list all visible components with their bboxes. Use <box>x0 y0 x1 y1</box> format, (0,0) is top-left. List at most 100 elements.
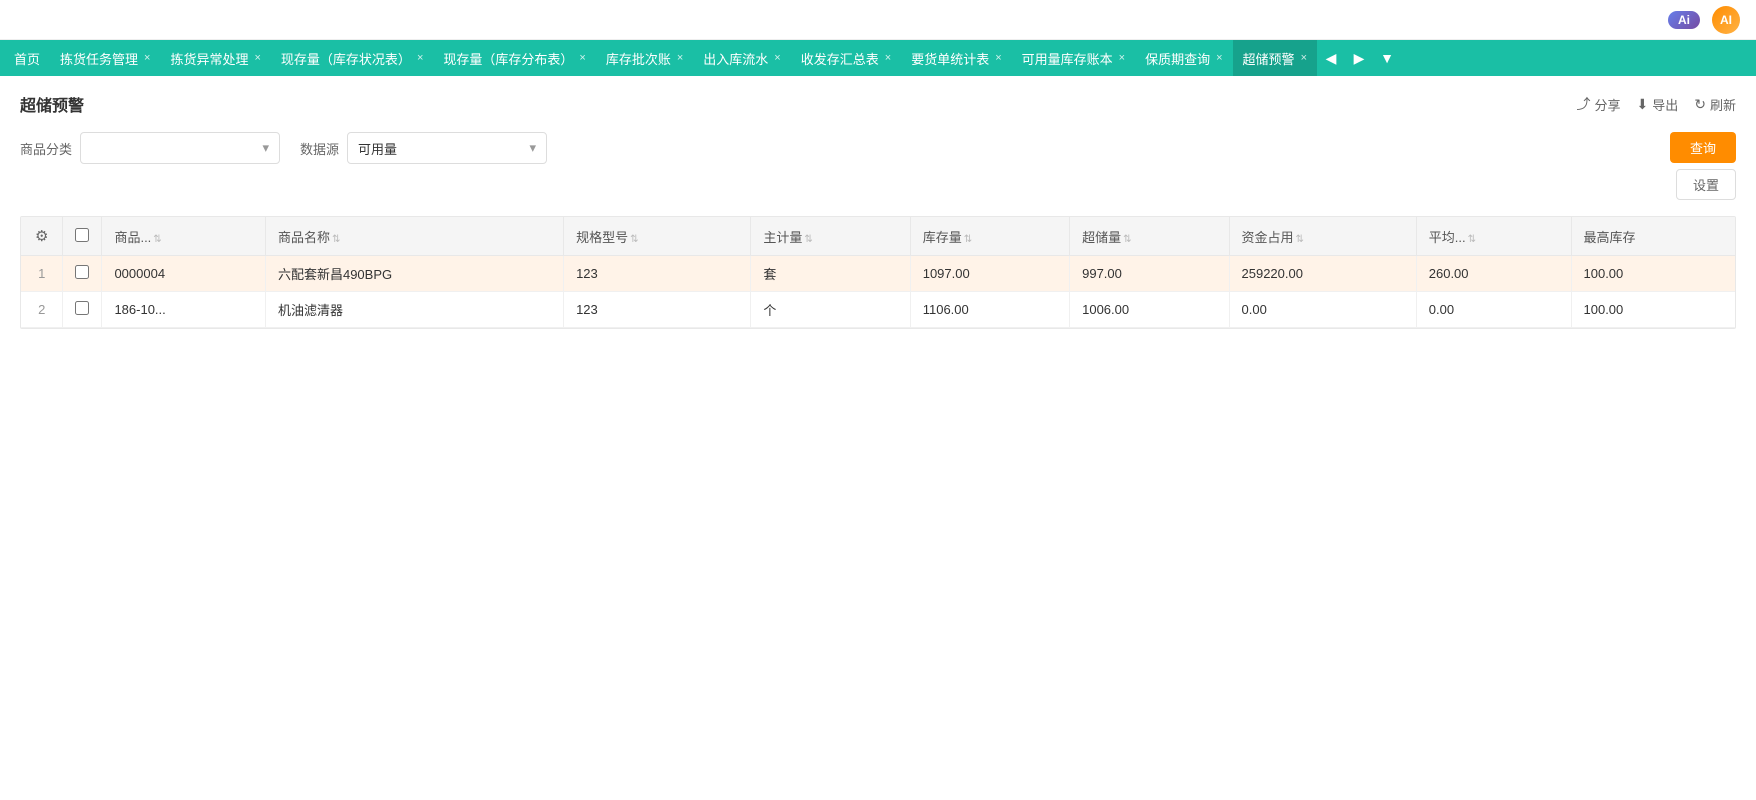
max-stock-cell: 100.00 <box>1571 256 1735 292</box>
nav-item-stock-dist[interactable]: 现存量（库存分布表） × <box>433 40 595 76</box>
row-checkbox[interactable] <box>75 301 89 315</box>
nav-item-batch[interactable]: 库存批次账 × <box>596 40 693 76</box>
nav-stock-dist-label: 现存量（库存分布表） <box>443 49 573 68</box>
capital-cell: 259220.00 <box>1229 256 1416 292</box>
nav-item-stock-status[interactable]: 现存量（库存状况表） × <box>271 40 433 76</box>
max-stock-header[interactable]: 最高库存 <box>1571 217 1735 256</box>
nav-batch-label: 库存批次账 <box>606 49 671 68</box>
row-checkbox[interactable] <box>75 265 89 279</box>
nav-overflow-label: 超储预警 <box>1243 49 1295 68</box>
sort-icon: ⇅ <box>1123 234 1131 245</box>
nav-item-inout[interactable]: 出入库流水 × <box>693 40 790 76</box>
product-code-header[interactable]: 商品...⇅ <box>102 217 266 256</box>
export-button[interactable]: ⬇ 导出 <box>1637 95 1679 114</box>
nav-item-order-stats[interactable]: 要货单统计表 × <box>901 40 1011 76</box>
avg-header[interactable]: 平均...⇅ <box>1416 217 1571 256</box>
data-source-filter: 数据源 可用量 ▾ <box>300 132 547 164</box>
nav-prev-arrow[interactable]: ◀ <box>1317 40 1345 76</box>
nav-item-home[interactable]: 首页 <box>4 40 50 76</box>
product-code-cell: 186-10... <box>102 292 266 328</box>
nav-item-expiry[interactable]: 保质期查询 × <box>1135 40 1232 76</box>
query-button[interactable]: 查询 <box>1670 132 1736 163</box>
close-icon[interactable]: × <box>885 52 891 64</box>
product-name-header[interactable]: 商品名称⇅ <box>265 217 563 256</box>
user-area[interactable]: AI <box>1712 6 1740 34</box>
data-source-value: 可用量 <box>358 139 397 158</box>
export-icon: ⬇ <box>1637 96 1649 113</box>
nav-next-arrow[interactable]: ▶ <box>1345 40 1373 76</box>
table-row: 2 186-10... 机油滤清器 123 个 1106.00 1006.00 … <box>21 292 1735 328</box>
nav-item-summary[interactable]: 收发存汇总表 × <box>791 40 901 76</box>
capital-cell: 0.00 <box>1229 292 1416 328</box>
stock-header[interactable]: 库存量⇅ <box>910 217 1069 256</box>
gear-column-header: ⚙ <box>21 217 63 256</box>
close-icon[interactable]: × <box>995 52 1001 64</box>
close-icon[interactable]: × <box>579 52 585 64</box>
close-icon[interactable]: × <box>774 52 780 64</box>
close-icon[interactable]: × <box>1301 52 1307 64</box>
product-category-filter: 商品分类 ▾ <box>20 132 280 164</box>
row-number: 2 <box>21 292 63 328</box>
share-button[interactable]: ⤴ 分享 <box>1576 94 1620 114</box>
nav-task-label: 拣货任务管理 <box>60 49 138 68</box>
product-name-cell: 六配套新昌490BPG <box>265 256 563 292</box>
ai-label: Ai <box>1678 13 1690 27</box>
unit-header[interactable]: 主计量⇅ <box>751 217 910 256</box>
nav-available-label: 可用量库存账本 <box>1022 49 1113 68</box>
user-avatar: AI <box>1712 6 1740 34</box>
page-container: 超储预警 ⤴ 分享 ⬇ 导出 ↻ 刷新 商品分类 ▾ 数据源 <box>0 76 1756 345</box>
close-icon[interactable]: × <box>417 52 423 64</box>
stock-cell: 1106.00 <box>910 292 1069 328</box>
nav-item-exception[interactable]: 拣货异常处理 × <box>160 40 270 76</box>
sort-icon: ⇅ <box>964 234 972 245</box>
data-source-select[interactable]: 可用量 ▾ <box>347 132 547 164</box>
product-name-cell: 机油滤清器 <box>265 292 563 328</box>
refresh-label: 刷新 <box>1710 95 1736 114</box>
select-all-checkbox[interactable] <box>75 228 89 242</box>
capital-header[interactable]: 资金占用⇅ <box>1229 217 1416 256</box>
nav-more-arrow[interactable]: ▼ <box>1373 40 1401 76</box>
page-header: 超储预警 ⤴ 分享 ⬇ 导出 ↻ 刷新 <box>20 92 1736 116</box>
table-row: 1 0000004 六配套新昌490BPG 123 套 1097.00 997.… <box>21 256 1735 292</box>
nav-summary-label: 收发存汇总表 <box>801 49 879 68</box>
table-header-row: ⚙ 商品...⇅ 商品名称⇅ 规格型号⇅ 主计量⇅ <box>21 217 1735 256</box>
close-icon[interactable]: × <box>1216 52 1222 64</box>
sort-icon: ⇅ <box>804 234 812 245</box>
sort-icon: ⇅ <box>153 234 161 245</box>
share-icon: ⤴ <box>1576 94 1590 114</box>
max-stock-cell: 100.00 <box>1571 292 1735 328</box>
overflow-header[interactable]: 超储量⇅ <box>1070 217 1229 256</box>
sort-icon: ⇅ <box>1296 234 1304 245</box>
ai-button[interactable]: Ai <box>1668 11 1700 29</box>
unit-cell: 套 <box>751 256 910 292</box>
sort-icon: ⇅ <box>630 234 638 245</box>
close-icon[interactable]: × <box>144 52 150 64</box>
nav-item-task[interactable]: 拣货任务管理 × <box>50 40 160 76</box>
nav-expiry-label: 保质期查询 <box>1145 49 1210 68</box>
chevron-down-icon: ▾ <box>262 140 269 156</box>
spec-cell: 123 <box>564 292 751 328</box>
product-category-select[interactable]: ▾ <box>80 132 280 164</box>
row-number: 1 <box>21 256 63 292</box>
close-icon[interactable]: × <box>254 52 260 64</box>
spec-cell: 123 <box>564 256 751 292</box>
topbar: Ai AI <box>0 0 1756 40</box>
nav-item-available[interactable]: 可用量库存账本 × <box>1012 40 1135 76</box>
column-settings-button[interactable]: ⚙ <box>33 225 50 247</box>
refresh-button[interactable]: ↻ 刷新 <box>1694 95 1736 114</box>
row-checkbox-cell <box>63 292 102 328</box>
row-checkbox-cell <box>63 256 102 292</box>
close-icon[interactable]: × <box>677 52 683 64</box>
nav-home-label: 首页 <box>14 49 40 68</box>
stock-cell: 1097.00 <box>910 256 1069 292</box>
avg-cell: 0.00 <box>1416 292 1571 328</box>
share-label: 分享 <box>1594 95 1620 114</box>
nav-item-overflow[interactable]: 超储预警 × <box>1233 40 1317 76</box>
nav-stock-status-label: 现存量（库存状况表） <box>281 49 411 68</box>
sort-icon: ⇅ <box>1468 234 1476 245</box>
spec-header[interactable]: 规格型号⇅ <box>564 217 751 256</box>
nav-bar: 首页 拣货任务管理 × 拣货异常处理 × 现存量（库存状况表） × 现存量（库存… <box>0 40 1756 76</box>
close-icon[interactable]: × <box>1119 52 1125 64</box>
export-label: 导出 <box>1652 95 1678 114</box>
settings-button[interactable]: 设置 <box>1676 169 1736 200</box>
